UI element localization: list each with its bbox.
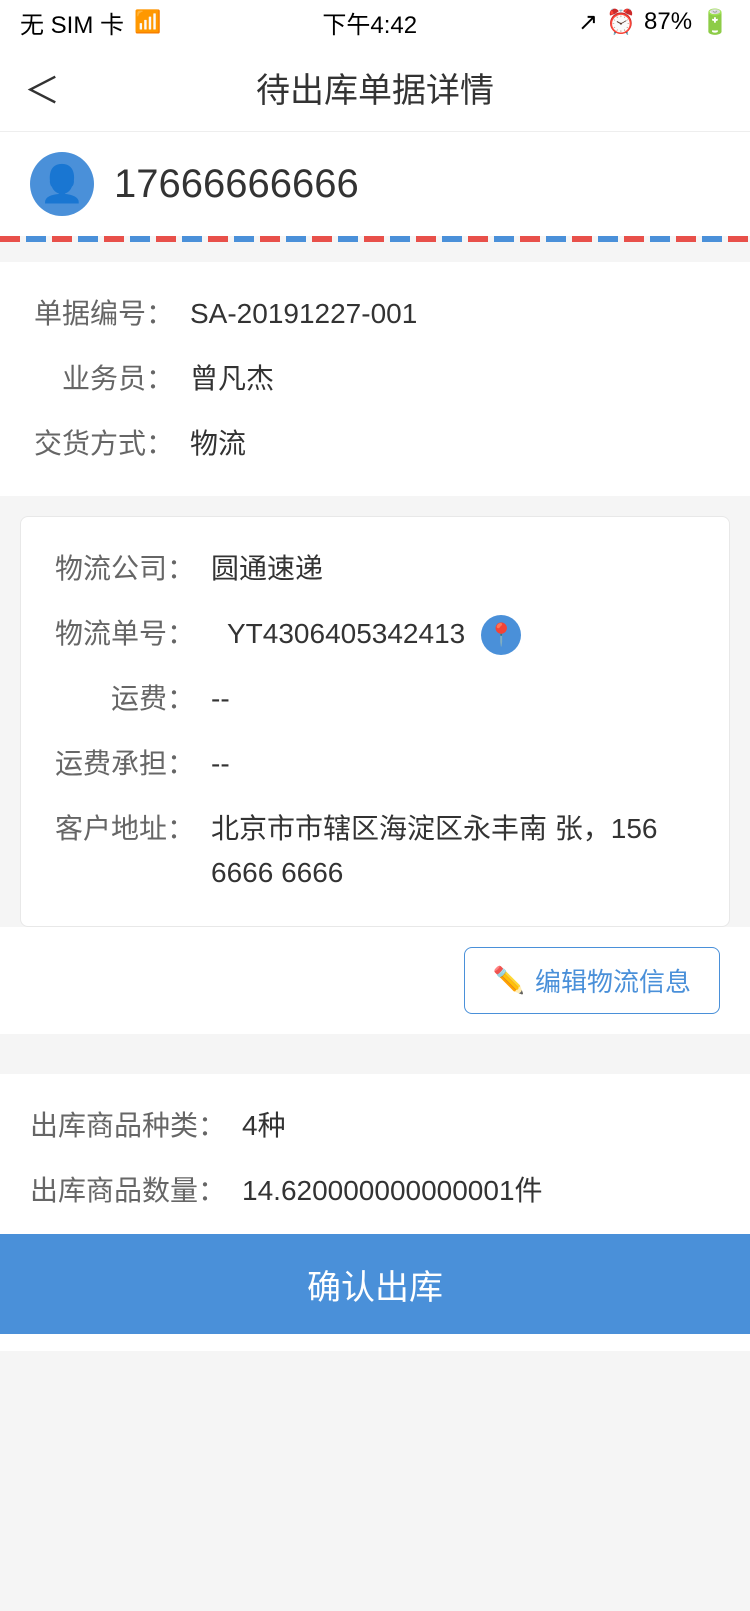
avatar: 👤 [30, 152, 94, 216]
type-row: 出库商品种类： 4种 [30, 1104, 720, 1149]
outbound-info-section: 出库商品种类： 4种 出库商品数量： 14.620000000000001件 [0, 1074, 750, 1244]
edit-icon: ✏️ [493, 965, 525, 996]
basic-info-section: 单据编号： SA-20191227-001 业务员： 曾凡杰 交货方式： 物流 [0, 262, 750, 496]
freight-label: 运费： [51, 677, 211, 722]
status-bar: 无 SIM 卡 📶 下午4:42 ↗ ⏰ 87% 🔋 [0, 0, 750, 44]
tracking-label: 物流单号： [51, 612, 211, 657]
sim-status: 无 SIM 卡 [20, 5, 124, 40]
address-label: 客户地址： [51, 807, 211, 852]
quantity-row: 出库商品数量： 14.620000000000001件 [30, 1169, 720, 1214]
staff-row: 业务员： 曾凡杰 [30, 357, 720, 402]
logistics-card: 物流公司： 圆通速递 物流单号： YT43064053424​13 📍 运费： … [20, 516, 730, 927]
bottom-space [0, 1351, 750, 1511]
freight-row: 运费： -- [51, 677, 699, 722]
alarm-icon: ⏰ [606, 8, 636, 37]
tracking-row: 物流单号： YT43064053424​13 📍 [51, 612, 699, 657]
delivery-row: 交货方式： 物流 [30, 422, 720, 467]
page-title: 待出库单据详情 [256, 63, 494, 112]
edit-logistics-button[interactable]: ✏️ 编辑物流信息 [464, 947, 720, 1014]
location-status-icon: ↗ [578, 8, 598, 37]
company-row: 物流公司： 圆通速递 [51, 547, 699, 592]
freight-value: -- [211, 677, 699, 722]
quantity-label: 出库商品数量： [30, 1169, 242, 1214]
freight-bear-value: -- [211, 742, 699, 787]
delivery-value: 物流 [190, 422, 720, 467]
type-label: 出库商品种类： [30, 1104, 242, 1149]
status-time: 下午4:42 [322, 5, 417, 40]
customer-phone: 17666666666 [114, 162, 359, 207]
freight-bear-label: 运费承担： [51, 742, 211, 787]
status-right: ↗ ⏰ 87% 🔋 [578, 8, 730, 37]
customer-header: 👤 17666666666 [0, 132, 750, 236]
battery-icon: 🔋 [700, 8, 730, 37]
edit-btn-label: 编辑物流信息 [535, 962, 691, 999]
doc-num-row: 单据编号： SA-20191227-001 [30, 292, 720, 337]
dashed-divider [0, 236, 750, 242]
nav-bar: ＜ 待出库单据详情 [0, 44, 750, 132]
company-label: 物流公司： [51, 547, 211, 592]
quantity-value: 14.620000000000001件 [242, 1169, 720, 1214]
battery-level: 87% [644, 8, 692, 36]
location-icon[interactable]: 📍 [481, 615, 521, 655]
staff-label: 业务员： [30, 357, 190, 402]
type-value: 4种 [242, 1104, 720, 1149]
tracking-value: YT43064053424​13 [227, 612, 465, 657]
confirm-btn-text: 确认出库 [307, 1260, 443, 1309]
address-row: 客户地址： 北京市市辖区海淀区永丰南 张，156 6666 6666 [51, 807, 699, 897]
edit-btn-row: ✏️ 编辑物流信息 [0, 927, 750, 1034]
section-separator [0, 1034, 750, 1054]
address-value: 北京市市辖区海淀区永丰南 张，156 6666 6666 [211, 807, 699, 897]
back-button[interactable]: ＜ [24, 62, 60, 114]
avatar-icon: 👤 [40, 163, 85, 205]
confirm-btn-bar[interactable]: 确认出库 [0, 1234, 750, 1334]
status-left: 无 SIM 卡 📶 [20, 5, 161, 40]
wifi-icon: 📶 [134, 9, 161, 35]
staff-value: 曾凡杰 [190, 357, 720, 402]
doc-num-value: SA-20191227-001 [190, 292, 720, 337]
freight-bear-row: 运费承担： -- [51, 742, 699, 787]
company-value: 圆通速递 [211, 547, 699, 592]
doc-num-label: 单据编号： [30, 292, 190, 337]
delivery-label: 交货方式： [30, 422, 190, 467]
